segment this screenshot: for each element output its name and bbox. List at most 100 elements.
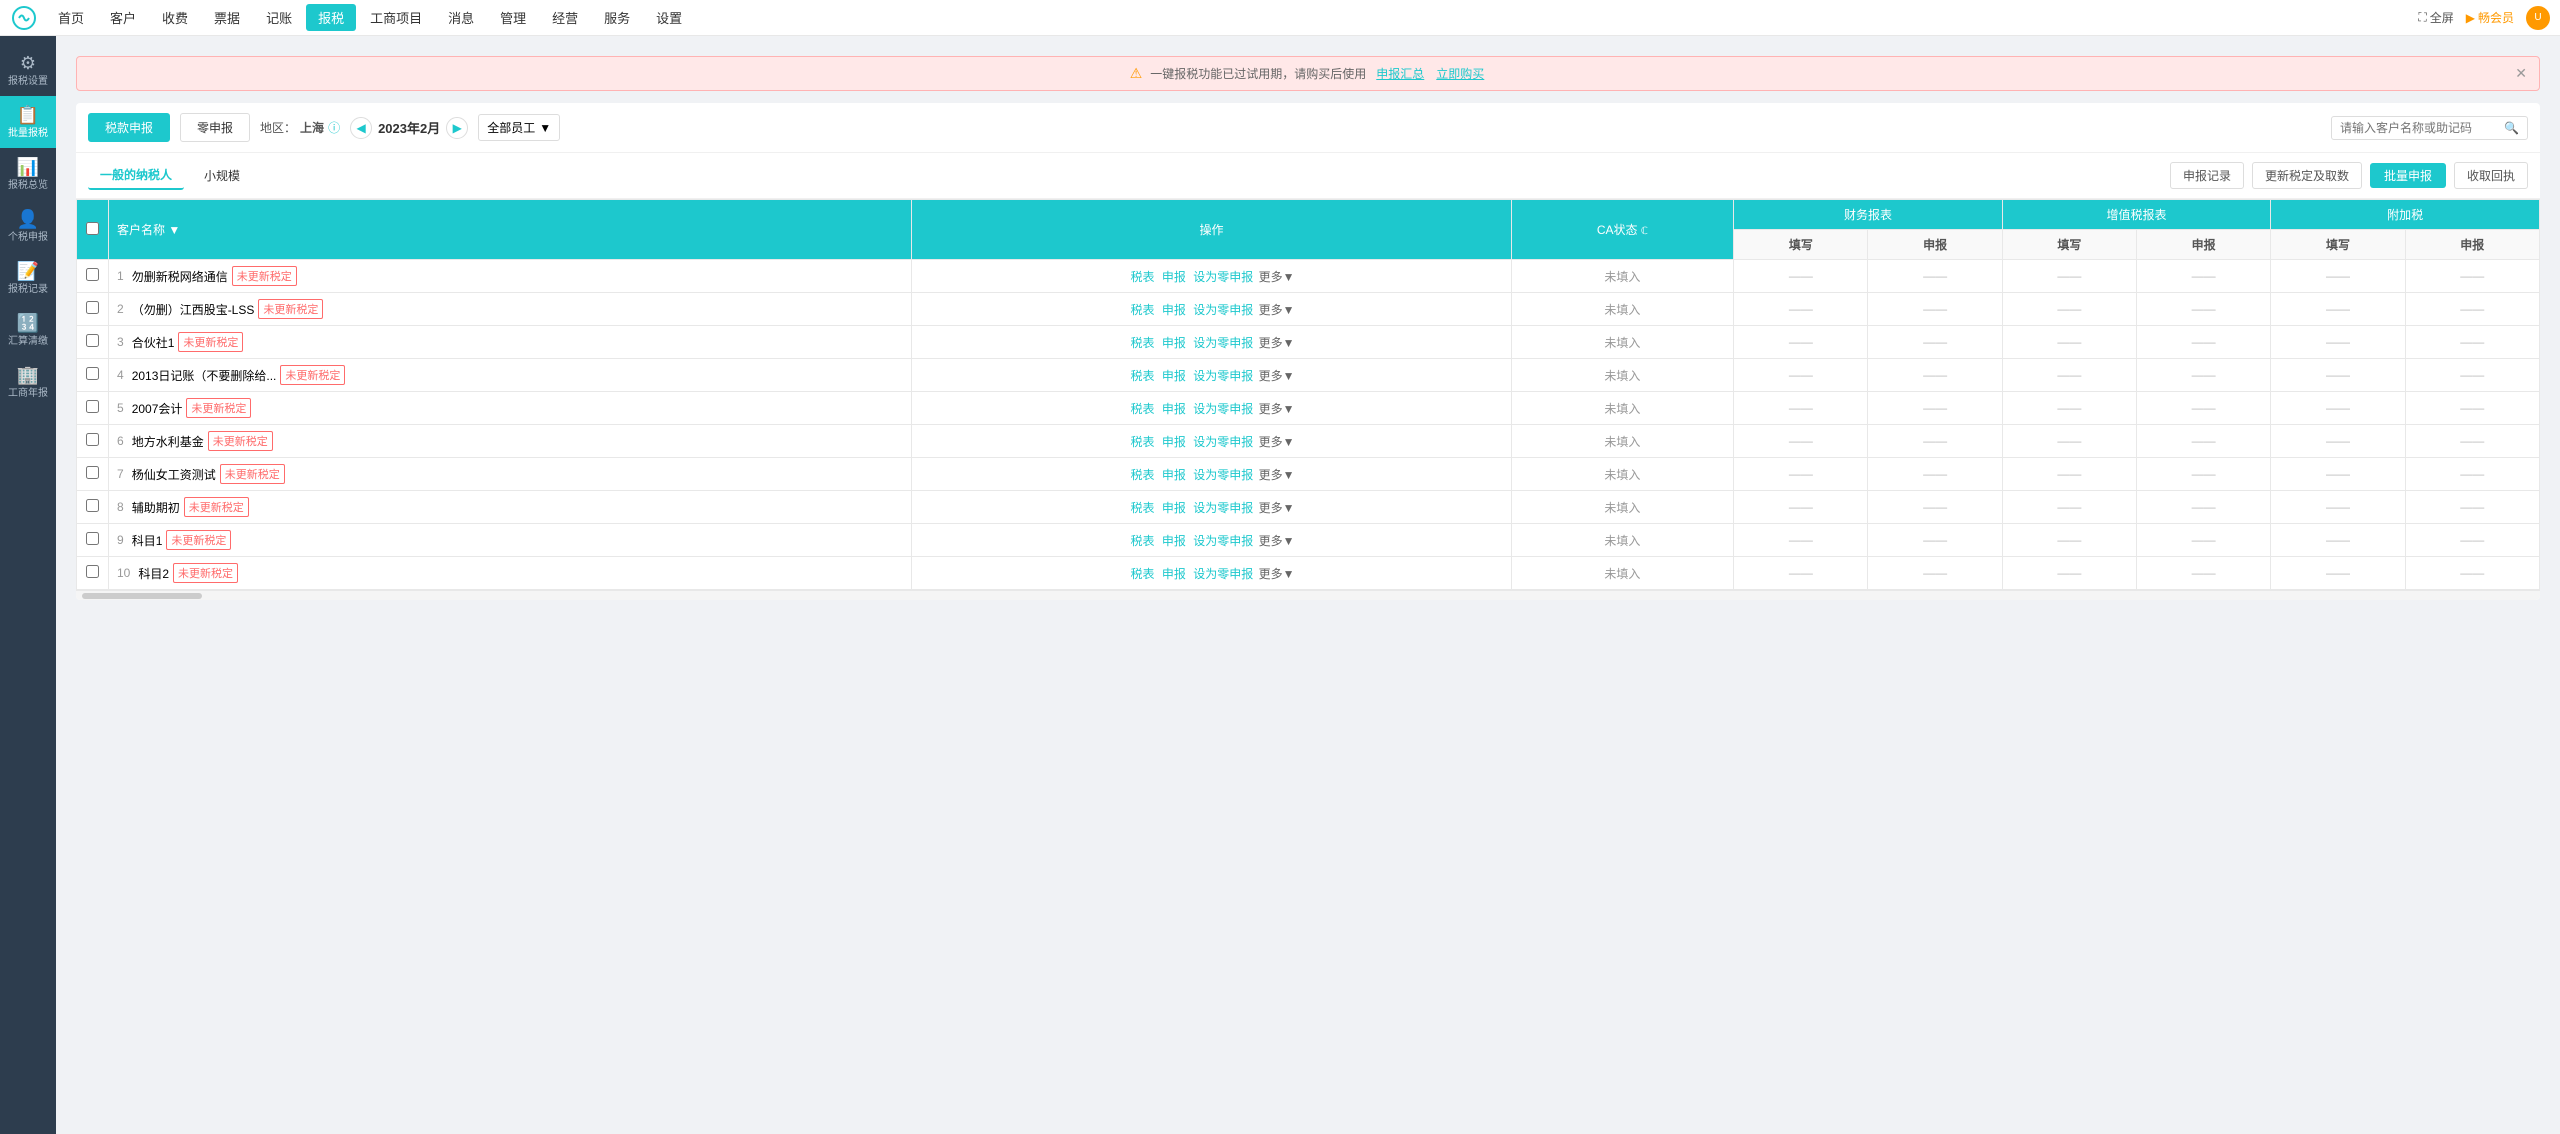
row-checkbox[interactable]: [86, 367, 99, 380]
sidebar-item-annual-report[interactable]: 🏢 工商年报: [0, 356, 56, 408]
nav-message[interactable]: 消息: [436, 4, 486, 31]
nav-service[interactable]: 服务: [592, 4, 642, 31]
set-zero-link[interactable]: 设为零申报: [1193, 567, 1253, 581]
nav-operation[interactable]: 经营: [540, 4, 590, 31]
summary-link[interactable]: 申报汇总: [1376, 65, 1424, 82]
nav-tax[interactable]: 报税: [306, 4, 356, 31]
row-checkbox[interactable]: [86, 334, 99, 347]
info-icon[interactable]: ⓘ: [328, 119, 340, 136]
declare-link[interactable]: 申报: [1162, 369, 1186, 383]
sidebar-item-personal-tax[interactable]: 👤 个税申报: [0, 200, 56, 252]
set-zero-link[interactable]: 设为零申报: [1193, 402, 1253, 416]
set-zero-link[interactable]: 设为零申报: [1193, 369, 1253, 383]
declare-link[interactable]: 申报: [1162, 336, 1186, 350]
declare-apply-cell: ——: [2137, 425, 2271, 458]
more-actions[interactable]: 更多▼: [1259, 402, 1295, 416]
declare-link[interactable]: 申报: [1162, 534, 1186, 548]
row-checkbox[interactable]: [86, 565, 99, 578]
set-zero-link[interactable]: 设为零申报: [1193, 501, 1253, 515]
toolbar: 税款申报 零申报 地区： 上海 ⓘ ◀ 2023年2月 ▶ 全部员工 ▼: [76, 103, 2540, 153]
search-icon[interactable]: 🔍: [2504, 121, 2519, 135]
scroll-thumb[interactable]: [82, 593, 202, 599]
declare-link[interactable]: 申报: [1162, 270, 1186, 284]
more-actions[interactable]: 更多▼: [1259, 336, 1295, 350]
upgrade-button[interactable]: ▶ 畅会员: [2466, 9, 2514, 26]
sidebar-item-tax-overview[interactable]: 📊 报税总览: [0, 148, 56, 200]
more-actions[interactable]: 更多▼: [1259, 534, 1295, 548]
row-checkbox[interactable]: [86, 499, 99, 512]
declare-link[interactable]: 申报: [1162, 501, 1186, 515]
set-zero-link[interactable]: 设为零申报: [1193, 468, 1253, 482]
fullscreen-button[interactable]: ⛶ 全屏: [2418, 9, 2453, 26]
vat-fill-header: 填写: [2271, 230, 2405, 260]
horizontal-scrollbar[interactable]: [76, 590, 2540, 600]
sidebar-item-tax-record[interactable]: 📝 报税记录: [0, 252, 56, 304]
set-zero-link[interactable]: 设为零申报: [1193, 303, 1253, 317]
nav-customer[interactable]: 客户: [98, 4, 148, 31]
table-row: 4 2013日记账（不要删除给... 未更新税定 税表 申报 设为零申报 更多▼…: [77, 359, 2540, 392]
batch-declare-button[interactable]: 批量申报: [2370, 163, 2446, 188]
tax-form-link[interactable]: 税表: [1131, 534, 1155, 548]
row-checkbox[interactable]: [86, 466, 99, 479]
declare-link[interactable]: 申报: [1162, 567, 1186, 581]
nav-invoice[interactable]: 票据: [202, 4, 252, 31]
update-tax-settings-button[interactable]: 更新税定及取数: [2252, 162, 2362, 189]
nav-settings[interactable]: 设置: [644, 4, 694, 31]
row-checkbox[interactable]: [86, 400, 99, 413]
row-checkbox[interactable]: [86, 433, 99, 446]
more-actions[interactable]: 更多▼: [1259, 270, 1295, 284]
more-actions[interactable]: 更多▼: [1259, 501, 1295, 515]
select-all-checkbox[interactable]: [86, 222, 99, 235]
row-checkbox[interactable]: [86, 301, 99, 314]
more-actions[interactable]: 更多▼: [1259, 567, 1295, 581]
more-actions[interactable]: 更多▼: [1259, 468, 1295, 482]
tax-form-link[interactable]: 税表: [1131, 336, 1155, 350]
tab-tax-declaration[interactable]: 税款申报: [88, 113, 170, 142]
tax-form-link[interactable]: 税表: [1131, 435, 1155, 449]
sidebar-item-batch-tax[interactable]: 📋 批量报税: [0, 96, 56, 148]
more-actions[interactable]: 更多▼: [1259, 369, 1295, 383]
collect-receipt-button[interactable]: 收取回执: [2454, 162, 2528, 189]
tab-small-scale[interactable]: 小规模: [192, 162, 252, 189]
set-zero-link[interactable]: 设为零申报: [1193, 534, 1253, 548]
tax-form-link[interactable]: 税表: [1131, 270, 1155, 284]
tax-form-link[interactable]: 税表: [1131, 369, 1155, 383]
announcement-close-button[interactable]: ✕: [2515, 65, 2527, 82]
nav-billing[interactable]: 收费: [150, 4, 200, 31]
vat-apply-cell: ——: [2405, 359, 2539, 392]
more-actions[interactable]: 更多▼: [1259, 303, 1295, 317]
declare-link[interactable]: 申报: [1162, 402, 1186, 416]
tab-zero-declaration[interactable]: 零申报: [180, 113, 250, 142]
nav-business[interactable]: 工商项目: [358, 4, 434, 31]
row-number: 1: [117, 269, 124, 283]
tax-form-link[interactable]: 税表: [1131, 501, 1155, 515]
purchase-link[interactable]: 立即购买: [1436, 65, 1484, 82]
set-zero-link[interactable]: 设为零申报: [1193, 435, 1253, 449]
sidebar-item-settlement[interactable]: 🔢 汇算清缴: [0, 304, 56, 356]
nav-home[interactable]: 首页: [46, 4, 96, 31]
set-zero-link[interactable]: 设为零申报: [1193, 270, 1253, 284]
user-avatar[interactable]: U: [2526, 6, 2550, 30]
staff-selector[interactable]: 全部员工 ▼: [478, 114, 560, 141]
sidebar-item-tax-settings[interactable]: ⚙ 报税设置: [0, 44, 56, 96]
nav-management[interactable]: 管理: [488, 4, 538, 31]
date-next-button[interactable]: ▶: [446, 117, 468, 139]
table-container: 客户名称 ▼ 操作 CA状态 ℂ 财务报表 增值税报表 附加税 填写 申报 填写: [76, 199, 2540, 590]
nav-accounting[interactable]: 记账: [254, 4, 304, 31]
tax-form-link[interactable]: 税表: [1131, 402, 1155, 416]
search-input[interactable]: [2340, 121, 2500, 135]
tab-general-taxpayer[interactable]: 一般的纳税人: [88, 161, 184, 190]
set-zero-link[interactable]: 设为零申报: [1193, 336, 1253, 350]
declare-link[interactable]: 申报: [1162, 435, 1186, 449]
declare-link[interactable]: 申报: [1162, 468, 1186, 482]
row-checkbox[interactable]: [86, 532, 99, 545]
tax-form-link[interactable]: 税表: [1131, 303, 1155, 317]
tax-tag: 未更新税定: [178, 332, 243, 352]
row-checkbox[interactable]: [86, 268, 99, 281]
more-actions[interactable]: 更多▼: [1259, 435, 1295, 449]
tax-form-link[interactable]: 税表: [1131, 567, 1155, 581]
declare-link[interactable]: 申报: [1162, 303, 1186, 317]
tax-form-link[interactable]: 税表: [1131, 468, 1155, 482]
date-prev-button[interactable]: ◀: [350, 117, 372, 139]
declaration-record-button[interactable]: 申报记录: [2170, 162, 2244, 189]
